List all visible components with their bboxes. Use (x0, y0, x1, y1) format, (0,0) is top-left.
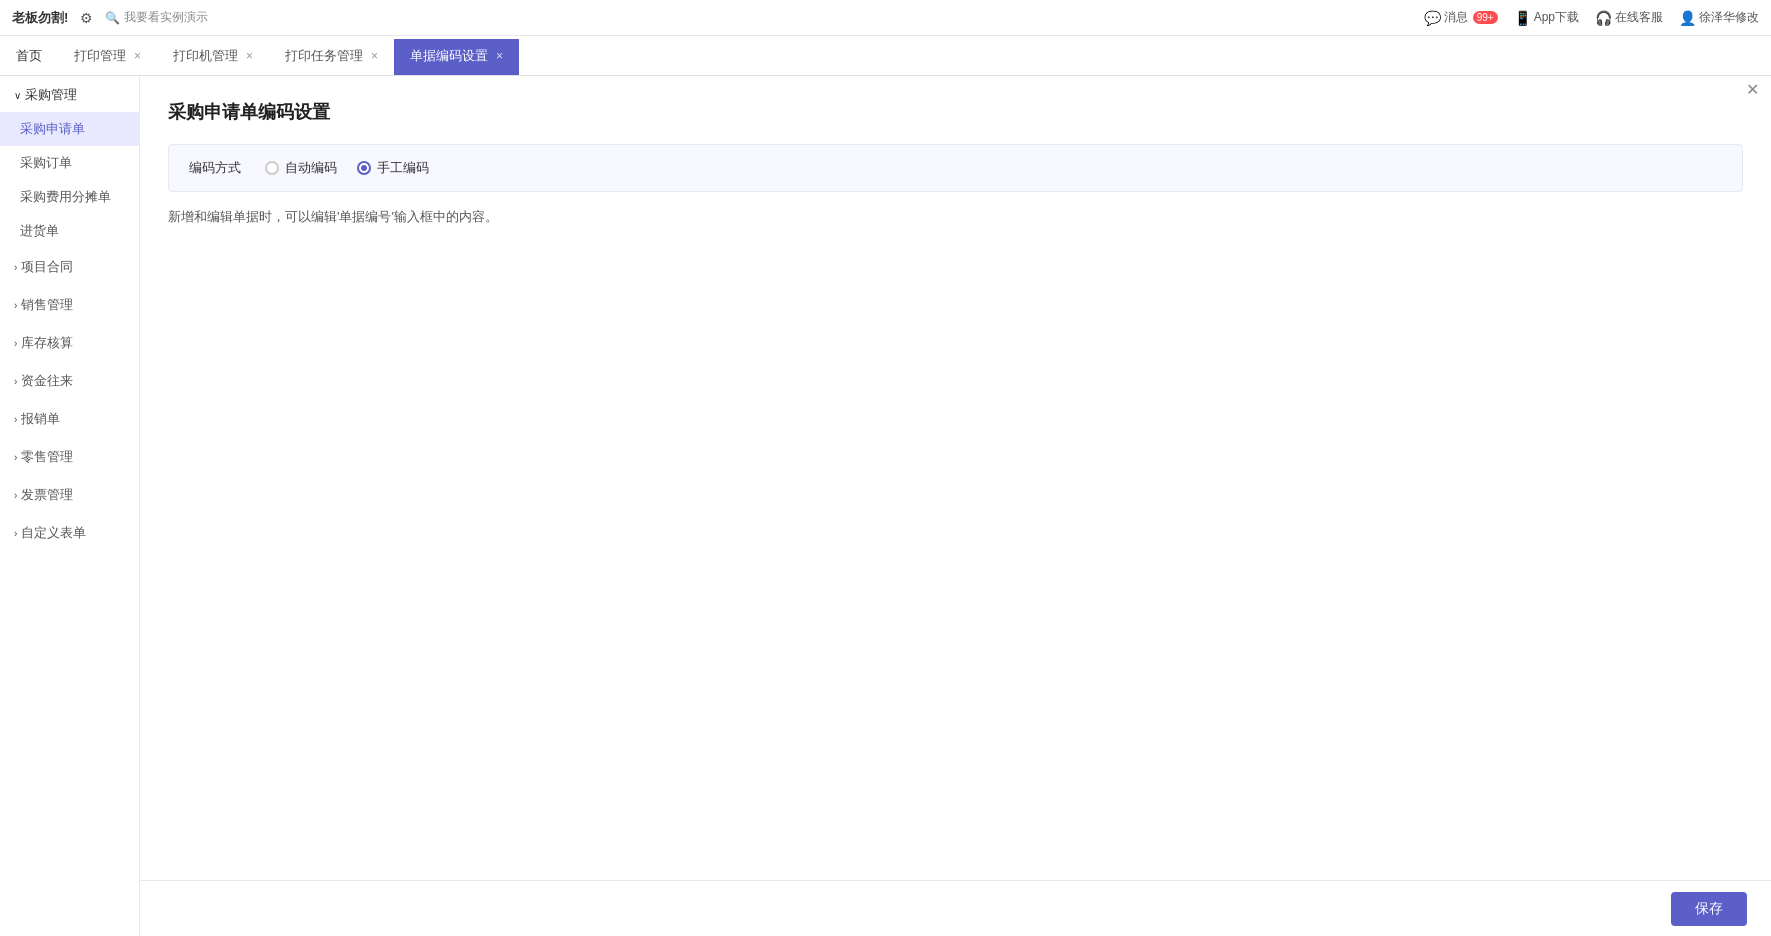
tab-document-code-settings-label: 单据编码设置 (410, 47, 488, 65)
search-text: 我要看实例演示 (124, 9, 208, 26)
settings-icon[interactable] (80, 10, 93, 26)
tab-printer-management-close[interactable]: × (246, 49, 253, 63)
sidebar-group-purchase-label: 采购管理 (25, 86, 77, 104)
tab-print-task-management-close[interactable]: × (371, 49, 378, 63)
app-icon (1514, 10, 1531, 26)
page-title: 采购申请单编码设置 (168, 100, 1743, 124)
manual-code-radio-circle (357, 161, 371, 175)
chevron-right-icon2: › (14, 300, 17, 311)
app-download-label: App下载 (1534, 9, 1579, 26)
sidebar-item-purchase-request-label: 采购申请单 (20, 120, 85, 138)
sidebar-group-project[interactable]: › 项目合同 (0, 248, 139, 286)
sidebar: ∨ 采购管理 采购申请单 采购订单 采购费用分摊单 进货单 › 项目合同 › 销… (0, 76, 140, 936)
sidebar-item-purchase-order-label: 采购订单 (20, 154, 72, 172)
sidebar-group-retail-label: 零售管理 (21, 448, 73, 466)
user-name: 徐泽华修改 (1699, 9, 1759, 26)
message-label: 消息 (1444, 9, 1468, 26)
chevron-right-icon5: › (14, 414, 17, 425)
content-footer: 保存 (140, 880, 1771, 936)
sidebar-group-purchase: ∨ 采购管理 采购申请单 采购订单 采购费用分摊单 进货单 (0, 76, 139, 248)
user-item[interactable]: 徐泽华修改 (1679, 9, 1759, 26)
save-button[interactable]: 保存 (1671, 892, 1747, 926)
sidebar-item-purchase-expense[interactable]: 采购费用分摊单 (0, 180, 139, 214)
sidebar-item-purchase-order[interactable]: 采购订单 (0, 146, 139, 180)
tab-home[interactable]: 首页 (0, 39, 58, 75)
tab-printer-management-label: 打印机管理 (173, 47, 238, 65)
chevron-right-icon4: › (14, 376, 17, 387)
sidebar-group-sales[interactable]: › 销售管理 (0, 286, 139, 324)
tab-document-code-settings[interactable]: 单据编码设置 × (394, 39, 519, 75)
search-icon: 🔍 (105, 11, 120, 25)
sidebar-group-expense-report-label: 报销单 (21, 410, 60, 428)
search-area[interactable]: 🔍 我要看实例演示 (105, 9, 208, 26)
sidebar-group-inventory-label: 库存核算 (21, 334, 73, 352)
auto-code-label: 自动编码 (285, 159, 337, 177)
tab-print-task-management[interactable]: 打印任务管理 × (269, 39, 394, 75)
chevron-right-icon3: › (14, 338, 17, 349)
sidebar-group-invoice-label: 发票管理 (21, 486, 73, 504)
tab-print-management-close[interactable]: × (134, 49, 141, 63)
tab-bar: 首页 打印管理 × 打印机管理 × 打印任务管理 × 单据编码设置 × (0, 36, 1771, 76)
sidebar-group-inventory[interactable]: › 库存核算 (0, 324, 139, 362)
chevron-right-icon: › (14, 262, 17, 273)
sidebar-item-purchase-expense-label: 采购费用分摊单 (20, 188, 111, 206)
sidebar-group-retail[interactable]: › 零售管理 (0, 438, 139, 476)
chevron-right-icon8: › (14, 528, 17, 539)
tab-home-label: 首页 (16, 47, 42, 65)
chevron-right-icon7: › (14, 490, 17, 501)
sidebar-group-custom-form-label: 自定义表单 (21, 524, 86, 542)
message-badge: 99+ (1473, 11, 1498, 24)
app-download-item[interactable]: App下载 (1514, 9, 1579, 26)
encoding-label: 编码方式 (189, 159, 241, 177)
service-icon (1595, 10, 1612, 26)
encoding-section: 编码方式 自动编码 手工编码 (168, 144, 1743, 192)
tab-print-management-label: 打印管理 (74, 47, 126, 65)
sidebar-group-custom-form[interactable]: › 自定义表单 (0, 514, 139, 552)
auto-code-radio[interactable]: 自动编码 (265, 159, 337, 177)
auto-code-radio-circle (265, 161, 279, 175)
manual-code-radio-dot (361, 165, 367, 171)
content-area: 采购申请单编码设置 编码方式 自动编码 手工编码 (140, 76, 1771, 936)
sidebar-group-sales-label: 销售管理 (21, 296, 73, 314)
tab-document-code-settings-close[interactable]: × (496, 49, 503, 63)
sidebar-item-purchase-request[interactable]: 采购申请单 (0, 112, 139, 146)
top-bar: 老板勿割! 🔍 我要看实例演示 消息 99+ App下载 在线客服 徐泽华修改 (0, 0, 1771, 36)
chevron-right-icon6: › (14, 452, 17, 463)
sidebar-group-purchase-title[interactable]: ∨ 采购管理 (0, 76, 139, 112)
tab-printer-management[interactable]: 打印机管理 × (157, 39, 269, 75)
sidebar-group-finance-label: 资金往来 (21, 372, 73, 390)
radio-group: 自动编码 手工编码 (265, 159, 429, 177)
manual-code-radio[interactable]: 手工编码 (357, 159, 429, 177)
hint-text: 新增和编辑单据时，可以编辑'单据编号'输入框中的内容。 (168, 208, 1743, 226)
message-item[interactable]: 消息 99+ (1424, 9, 1498, 26)
sidebar-item-stock-in[interactable]: 进货单 (0, 214, 139, 248)
tab-print-management[interactable]: 打印管理 × (58, 39, 157, 75)
chevron-down-icon: ∨ (14, 90, 21, 101)
sidebar-item-stock-in-label: 进货单 (20, 222, 59, 240)
manual-code-label: 手工编码 (377, 159, 429, 177)
sidebar-group-invoice[interactable]: › 发票管理 (0, 476, 139, 514)
message-icon (1424, 10, 1441, 26)
sidebar-group-project-label: 项目合同 (21, 258, 73, 276)
sidebar-group-finance[interactable]: › 资金往来 (0, 362, 139, 400)
sidebar-group-expense-report[interactable]: › 报销单 (0, 400, 139, 438)
logo: 老板勿割! (12, 9, 68, 27)
online-service-item[interactable]: 在线客服 (1595, 9, 1663, 26)
tab-print-task-management-label: 打印任务管理 (285, 47, 363, 65)
user-icon (1679, 10, 1696, 26)
online-service-label: 在线客服 (1615, 9, 1663, 26)
close-panel-button[interactable]: ✕ (1746, 80, 1759, 99)
